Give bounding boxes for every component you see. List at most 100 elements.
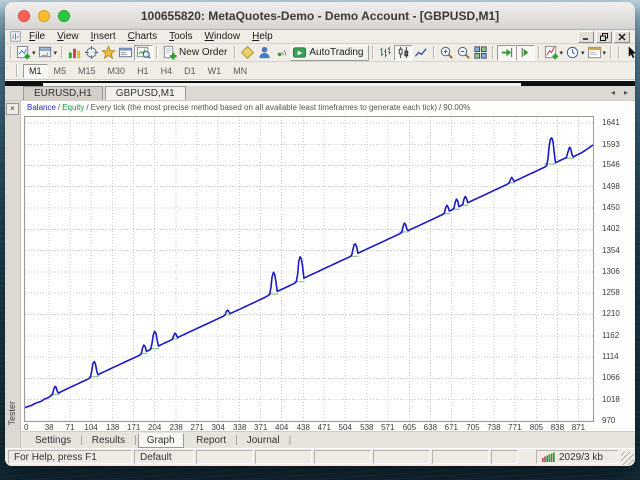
- y-tick-label: 1258: [602, 288, 620, 298]
- toolbar-separator: [610, 46, 613, 59]
- y-tick-label: 1018: [602, 394, 620, 404]
- terminal-icon: [118, 47, 133, 58]
- menu-window[interactable]: Window: [198, 31, 246, 42]
- timeframe-toolbar: M1 M5 M15 M30 H1 H4 D1 W1 MN: [5, 62, 635, 80]
- periods-button[interactable]: ▾: [564, 45, 586, 61]
- tester-content: Balance / Equity / Every tick (the most prec…: [21, 101, 635, 448]
- toolbar-handle[interactable]: [10, 46, 12, 59]
- toolbar-handle[interactable]: [618, 46, 621, 59]
- tester-tab-settings[interactable]: Settings: [27, 434, 79, 447]
- x-tick-label: 404: [274, 423, 289, 432]
- resize-grip[interactable]: [621, 452, 634, 465]
- y-tick-label: 1402: [602, 224, 620, 234]
- y-axis-labels: 970 1018 1066 1114 1162 1210 1258 1306 1354 1402 1…: [599, 116, 635, 425]
- menu-view[interactable]: View: [51, 31, 85, 42]
- x-tick-label: 504: [338, 423, 352, 432]
- zoom-out-button[interactable]: [455, 45, 472, 61]
- timeframe-m15[interactable]: M15: [72, 64, 102, 78]
- tab-scroll-right-icon[interactable]: ▸: [624, 88, 628, 98]
- auto-scroll-button[interactable]: [496, 44, 516, 61]
- market-watch-button[interactable]: [66, 45, 83, 61]
- menu-insert[interactable]: Insert: [85, 31, 122, 42]
- chart-tab-gbpusd-m1[interactable]: GBPUSD,M1: [104, 86, 186, 100]
- profiles-button[interactable]: ▾: [37, 45, 59, 61]
- metaeditor-button[interactable]: [239, 45, 256, 61]
- status-cell-empty: [196, 450, 253, 464]
- toolbar-handle[interactable]: [16, 64, 18, 77]
- timeframe-h1[interactable]: H1: [131, 64, 155, 78]
- profiles-icon: [38, 46, 51, 58]
- x-tick-label: 471: [317, 423, 331, 432]
- menu-file[interactable]: File: [23, 31, 51, 42]
- minimize-traffic-button[interactable]: [38, 9, 50, 22]
- candlestick-chart-button[interactable]: [393, 44, 413, 61]
- tab-separator: |: [288, 434, 292, 446]
- new-chart-button[interactable]: ▾: [15, 45, 37, 61]
- x-tick-label: 805: [529, 423, 544, 432]
- new-chart-icon: [16, 45, 31, 60]
- navigator-icon: [101, 45, 116, 60]
- app-logo-icon: [10, 31, 21, 42]
- experts-button[interactable]: [256, 45, 273, 61]
- templates-button[interactable]: ▾: [586, 45, 608, 61]
- menu-help[interactable]: Help: [246, 31, 279, 42]
- zoom-out-icon: [457, 46, 470, 59]
- mdi-minimize-button[interactable]: [578, 30, 594, 43]
- status-profile[interactable]: Default: [134, 450, 194, 464]
- signal-button[interactable]: [273, 45, 290, 61]
- timeframe-m5[interactable]: M5: [48, 64, 73, 78]
- new-order-button[interactable]: New Order: [161, 45, 231, 61]
- tile-windows-button[interactable]: [472, 45, 489, 61]
- tab-scroll-left-icon[interactable]: ◂: [611, 88, 615, 98]
- autotrading-button[interactable]: AutoTrading: [290, 44, 369, 61]
- x-tick-label: 671: [444, 423, 458, 432]
- terminal-button[interactable]: [117, 45, 134, 61]
- indicators-button[interactable]: ▾: [543, 45, 565, 61]
- menu-tools[interactable]: Tools: [163, 31, 198, 42]
- navigator-button[interactable]: [100, 45, 117, 61]
- strategy-tester-button[interactable]: [134, 44, 154, 61]
- timeframe-h4[interactable]: H4: [155, 64, 179, 78]
- chart-tab-eurusd-h1[interactable]: EURUSD,H1: [23, 86, 103, 100]
- x-tick-label: 138: [105, 423, 120, 432]
- y-tick-label: 1450: [602, 202, 620, 212]
- mdi-restore-button[interactable]: [596, 30, 612, 43]
- tester-tabbar: Settings| Results| Graph| Report| Journa…: [21, 431, 635, 448]
- zoom-traffic-button[interactable]: [58, 9, 70, 22]
- chart-shift-button[interactable]: [515, 44, 535, 61]
- titlebar[interactable]: 100655820: MetaQuotes-Demo - Demo Accoun…: [5, 2, 635, 30]
- tester-tab-journal[interactable]: Journal: [239, 434, 288, 447]
- zoom-in-icon: [440, 46, 453, 59]
- timeframe-mn[interactable]: MN: [227, 64, 253, 78]
- strategy-tester-icon: [136, 46, 151, 59]
- timeframe-m30[interactable]: M30: [102, 64, 132, 78]
- x-tick-label: 771: [508, 423, 522, 432]
- timeframe-w1[interactable]: W1: [202, 64, 228, 78]
- bar-chart-button[interactable]: [377, 45, 394, 61]
- status-connection[interactable]: 2029/3 kb: [536, 450, 618, 464]
- status-cell-empty: [314, 450, 371, 464]
- x-tick-label: 538: [360, 423, 374, 432]
- timeframe-m1[interactable]: M1: [23, 63, 48, 78]
- x-tick-label: 171: [126, 423, 141, 432]
- tester-tab-results[interactable]: Results: [84, 434, 133, 447]
- mdi-close-button[interactable]: [614, 30, 630, 43]
- close-traffic-button[interactable]: [18, 9, 30, 22]
- tester-tab-graph[interactable]: Graph: [137, 432, 184, 448]
- new-order-label: New Order: [179, 47, 228, 58]
- tester-close-button[interactable]: ×: [6, 103, 19, 115]
- timeframe-d1[interactable]: D1: [178, 64, 202, 78]
- tester-tab-report[interactable]: Report: [188, 434, 234, 447]
- y-tick-label: 1498: [602, 181, 620, 191]
- zoom-in-button[interactable]: [438, 45, 455, 61]
- tester-graph-plot[interactable]: [24, 116, 594, 422]
- data-window-button[interactable]: [83, 45, 100, 61]
- metaeditor-icon: [241, 45, 255, 60]
- tester-graph-area[interactable]: Balance / Equity / Every tick (the most prec…: [21, 101, 635, 432]
- tab-scroll-controls: ◂ ▸: [611, 88, 628, 98]
- tab-separator: |: [235, 434, 238, 446]
- line-chart-button[interactable]: [413, 45, 430, 61]
- menu-charts[interactable]: Charts: [122, 31, 163, 42]
- x-tick-label: 38: [44, 423, 54, 432]
- cursor-button[interactable]: [623, 45, 635, 61]
